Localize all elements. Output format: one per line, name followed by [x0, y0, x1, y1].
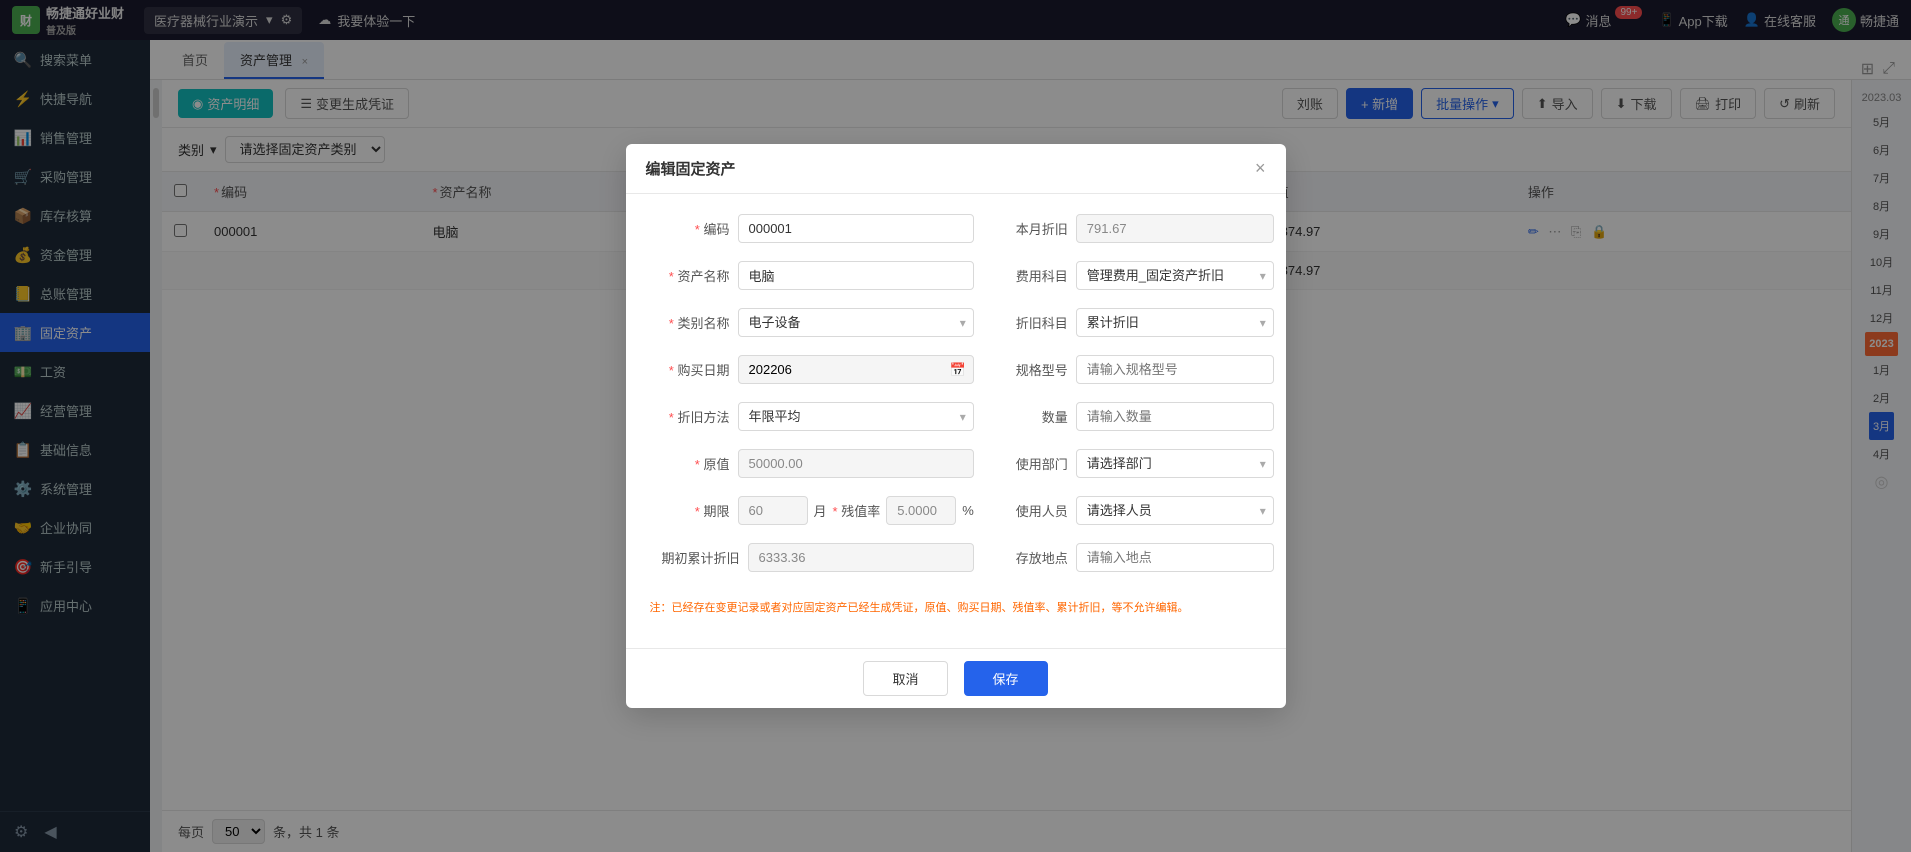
modal-title: 编辑固定资产 [646, 158, 736, 179]
form-row-category: * 类别名称 电子设备 ▾ [650, 308, 974, 337]
original-value-label: * 原值 [650, 454, 730, 473]
code-input[interactable] [738, 214, 974, 243]
period-label: * 期限 [650, 501, 730, 520]
modal-footer: 取消 保存 [626, 648, 1286, 708]
dep-subject-label: 折旧科目 [998, 313, 1068, 332]
edit-modal: 编辑固定资产 × * 编码 [626, 144, 1286, 708]
dep-subject-select[interactable]: 累计折旧 [1076, 308, 1274, 337]
form-row-monthly-dep: 本月折旧 [998, 214, 1274, 243]
residual-rate-unit: % [962, 503, 974, 518]
dep-method-label: * 折旧方法 [650, 407, 730, 426]
initial-dep-label: 期初累计折旧 [650, 548, 740, 567]
purchase-date-label: * 购买日期 [650, 360, 730, 379]
form-row-original-value: * 原值 [650, 449, 974, 478]
modal-note: 注：已经存在变更记录或者对应固定资产已经生成凭证，原值、购买日期、残值率、累计折… [650, 590, 1262, 628]
department-select[interactable]: 请选择部门 [1076, 449, 1274, 478]
form-row-dep-method: * 折旧方法 年限平均 ▾ [650, 402, 974, 431]
cancel-button[interactable]: 取消 [863, 661, 947, 696]
form-grid: * 编码 * 资产名称 [650, 214, 1262, 590]
location-input[interactable] [1076, 543, 1274, 572]
residual-rate-label: * 残值率 [833, 501, 881, 520]
spec-input[interactable] [1076, 355, 1274, 384]
dep-method-select[interactable]: 年限平均 [738, 402, 974, 431]
user-select[interactable]: 请选择人员 [1076, 496, 1274, 525]
form-row-initial-dep: 期初累计折旧 [650, 543, 974, 572]
code-label: * 编码 [650, 219, 730, 238]
modal-overlay: 编辑固定资产 × * 编码 [0, 0, 1911, 852]
category-select-modal[interactable]: 电子设备 [738, 308, 974, 337]
modal-close-btn[interactable]: × [1255, 158, 1266, 179]
expense-subject-select[interactable]: 管理费用_固定资产折旧 [1076, 261, 1274, 290]
residual-rate-input[interactable] [886, 496, 956, 525]
department-wrapper: 请选择部门 ▾ [1076, 449, 1274, 478]
original-value-input[interactable] [738, 449, 974, 478]
period-group: 月 * 残值率 % [738, 496, 974, 525]
department-label: 使用部门 [998, 454, 1068, 473]
form-row-name: * 资产名称 [650, 261, 974, 290]
form-row-user: 使用人员 请选择人员 ▾ [998, 496, 1274, 525]
modal-body: * 编码 * 资产名称 [626, 194, 1286, 648]
period-input[interactable] [738, 496, 808, 525]
save-button[interactable]: 保存 [964, 661, 1048, 696]
category-select-wrapper: 电子设备 ▾ [738, 308, 974, 337]
purchase-date-input[interactable] [738, 355, 974, 384]
dep-method-wrapper: 年限平均 ▾ [738, 402, 974, 431]
spec-label: 规格型号 [998, 360, 1068, 379]
form-row-dep-subject: 折旧科目 累计折旧 ▾ [998, 308, 1274, 337]
monthly-dep-label: 本月折旧 [998, 219, 1068, 238]
form-row-spec: 规格型号 [998, 355, 1274, 384]
modal-header: 编辑固定资产 × [626, 144, 1286, 194]
user-wrapper: 请选择人员 ▾ [1076, 496, 1274, 525]
category-label-form: * 类别名称 [650, 313, 730, 332]
calendar-icon[interactable]: 📅 [950, 362, 966, 378]
monthly-dep-input [1076, 214, 1274, 243]
form-row-expense-subject: 费用科目 管理费用_固定资产折旧 ▾ [998, 261, 1274, 290]
form-row-period: * 期限 月 * 残值率 % [650, 496, 974, 525]
quantity-label: 数量 [998, 407, 1068, 426]
period-unit: 月 [814, 501, 827, 520]
name-label: * 资产名称 [650, 266, 730, 285]
location-label: 存放地点 [998, 548, 1068, 567]
purchase-date-wrapper: 📅 [738, 355, 974, 384]
user-label: 使用人员 [998, 501, 1068, 520]
quantity-input[interactable] [1076, 402, 1274, 431]
initial-dep-input[interactable] [748, 543, 974, 572]
form-right-col: 本月折旧 费用科目 管理费用_固定资产折旧 ▾ [974, 214, 1274, 590]
name-input[interactable] [738, 261, 974, 290]
form-row-purchase-date: * 购买日期 📅 [650, 355, 974, 384]
expense-subject-wrapper: 管理费用_固定资产折旧 ▾ [1076, 261, 1274, 290]
form-row-code: * 编码 [650, 214, 974, 243]
dep-subject-wrapper: 累计折旧 ▾ [1076, 308, 1274, 337]
expense-subject-label: 费用科目 [998, 266, 1068, 285]
form-left-col: * 编码 * 资产名称 [650, 214, 974, 590]
form-row-quantity: 数量 [998, 402, 1274, 431]
form-row-location: 存放地点 [998, 543, 1274, 572]
form-row-department: 使用部门 请选择部门 ▾ [998, 449, 1274, 478]
